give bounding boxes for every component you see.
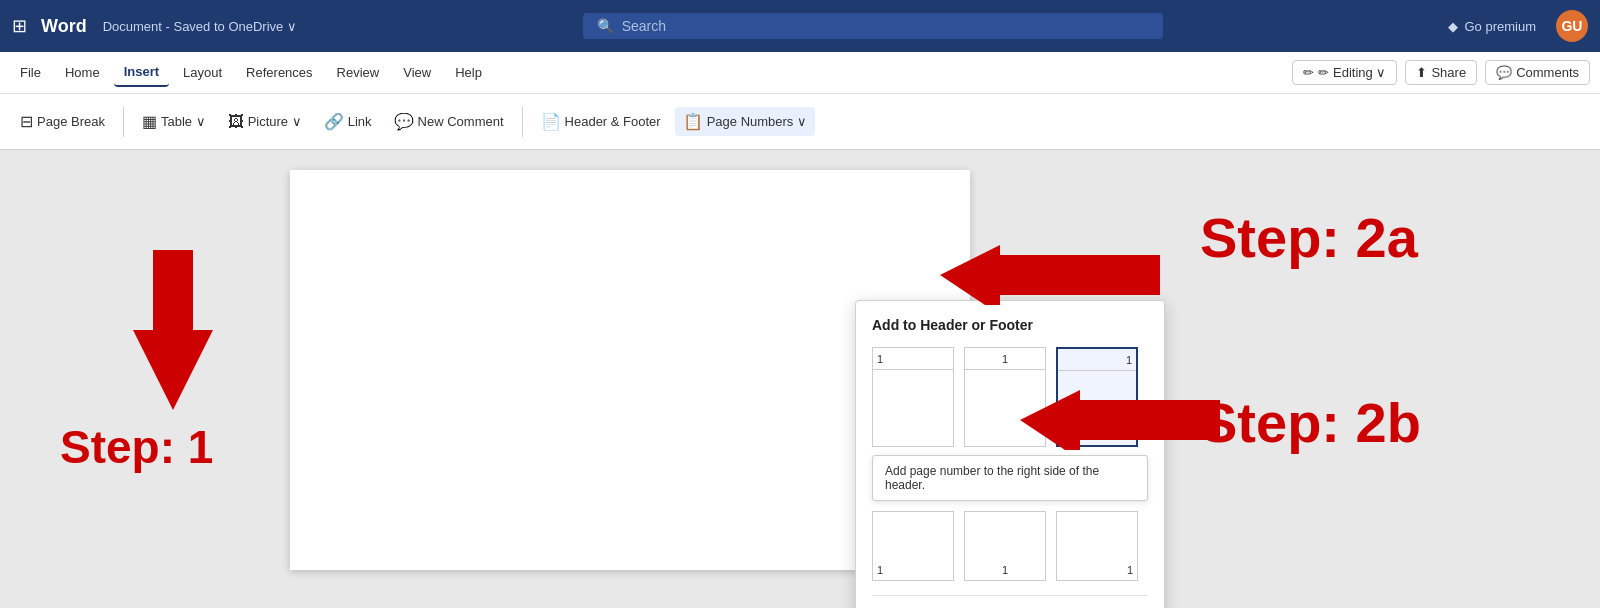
menu-layout[interactable]: Layout xyxy=(173,59,232,86)
svg-marker-1 xyxy=(133,250,213,410)
step1-label: Step: 1 xyxy=(60,420,213,474)
page-numbers-icon: 📋 xyxy=(683,112,703,131)
svg-marker-3 xyxy=(1020,390,1220,450)
page-num-option-bottom-right[interactable]: 1 xyxy=(1056,511,1138,581)
pencil-icon: ✏ xyxy=(1303,65,1314,80)
svg-marker-2 xyxy=(940,245,1160,305)
comment-icon: 💬 xyxy=(1496,65,1512,80)
step2b-arrow xyxy=(1020,390,1220,450)
dropdown-divider-1 xyxy=(872,595,1148,596)
go-premium-button[interactable]: ◆ Go premium xyxy=(1448,19,1536,34)
menu-bar: File Home Insert Layout References Revie… xyxy=(0,52,1600,94)
toolbar-separator-2 xyxy=(522,107,523,137)
step2a-label: Step: 2a xyxy=(1200,205,1418,270)
header-footer-icon: 📄 xyxy=(541,112,561,131)
menu-file[interactable]: File xyxy=(10,59,51,86)
toolbar: ⊟ Page Break ▦ Table ∨ 🖼 Picture ∨ 🔗 Lin… xyxy=(0,94,1600,150)
new-comment-button[interactable]: 💬 New Comment xyxy=(386,107,512,136)
search-icon: 🔍 xyxy=(597,18,614,34)
page-break-icon: ⊟ xyxy=(20,112,33,131)
table-button[interactable]: ▦ Table ∨ xyxy=(134,107,214,136)
link-button[interactable]: 🔗 Link xyxy=(316,107,380,136)
page-numbers-dropdown: Add to Header or Footer 1 1 1 Add page n… xyxy=(855,300,1165,608)
doc-title: Document - Saved to OneDrive ∨ xyxy=(103,19,297,34)
table-icon: ▦ xyxy=(142,112,157,131)
menu-review[interactable]: Review xyxy=(327,59,390,86)
link-icon: 🔗 xyxy=(324,112,344,131)
dropdown-title: Add to Header or Footer xyxy=(872,317,1148,333)
page-num-option-bottom-center[interactable]: 1 xyxy=(964,511,1046,581)
app-name: Word xyxy=(41,16,87,37)
tooltip-box: Add page number to the right side of the… xyxy=(872,455,1148,501)
search-input[interactable] xyxy=(622,18,1149,34)
menu-help[interactable]: Help xyxy=(445,59,492,86)
editing-button[interactable]: ✏ ✏ Editing ∨ xyxy=(1292,60,1397,85)
share-icon: ⬆ xyxy=(1416,65,1427,80)
share-button[interactable]: ⬆ Share xyxy=(1405,60,1477,85)
toolbar-separator-1 xyxy=(123,107,124,137)
menu-insert[interactable]: Insert xyxy=(114,58,169,87)
title-bar: ⊞ Word Document - Saved to OneDrive ∨ 🔍 … xyxy=(0,0,1600,52)
page-num-option-bottom-left[interactable]: 1 xyxy=(872,511,954,581)
user-avatar[interactable]: GU xyxy=(1556,10,1588,42)
menu-home[interactable]: Home xyxy=(55,59,110,86)
header-footer-button[interactable]: 📄 Header & Footer xyxy=(533,107,669,136)
page-numbers-button[interactable]: 📋 Page Numbers ∨ xyxy=(675,107,815,136)
page-number-row-2: 1 1 1 xyxy=(872,511,1148,581)
menu-view[interactable]: View xyxy=(393,59,441,86)
step1-arrow xyxy=(133,250,213,410)
step2b-label: Step: 2b xyxy=(1200,390,1421,455)
step2a-arrow xyxy=(940,245,1160,305)
comments-button[interactable]: 💬 Comments xyxy=(1485,60,1590,85)
diamond-icon: ◆ xyxy=(1448,19,1458,34)
search-box[interactable]: 🔍 xyxy=(583,13,1163,39)
apps-icon[interactable]: ⊞ xyxy=(12,15,27,37)
page-break-button[interactable]: ⊟ Page Break xyxy=(12,107,113,136)
picture-button[interactable]: 🖼 Picture ∨ xyxy=(220,108,310,136)
main-area: Add to Header or Footer 1 1 1 Add page n… xyxy=(0,150,1600,608)
new-comment-icon: 💬 xyxy=(394,112,414,131)
page-num-option-top-left[interactable]: 1 xyxy=(872,347,954,447)
menu-references[interactable]: References xyxy=(236,59,322,86)
menu-right-buttons: ✏ ✏ Editing ∨ ⬆ Share 💬 Comments xyxy=(1292,60,1590,85)
picture-icon: 🖼 xyxy=(228,113,244,131)
